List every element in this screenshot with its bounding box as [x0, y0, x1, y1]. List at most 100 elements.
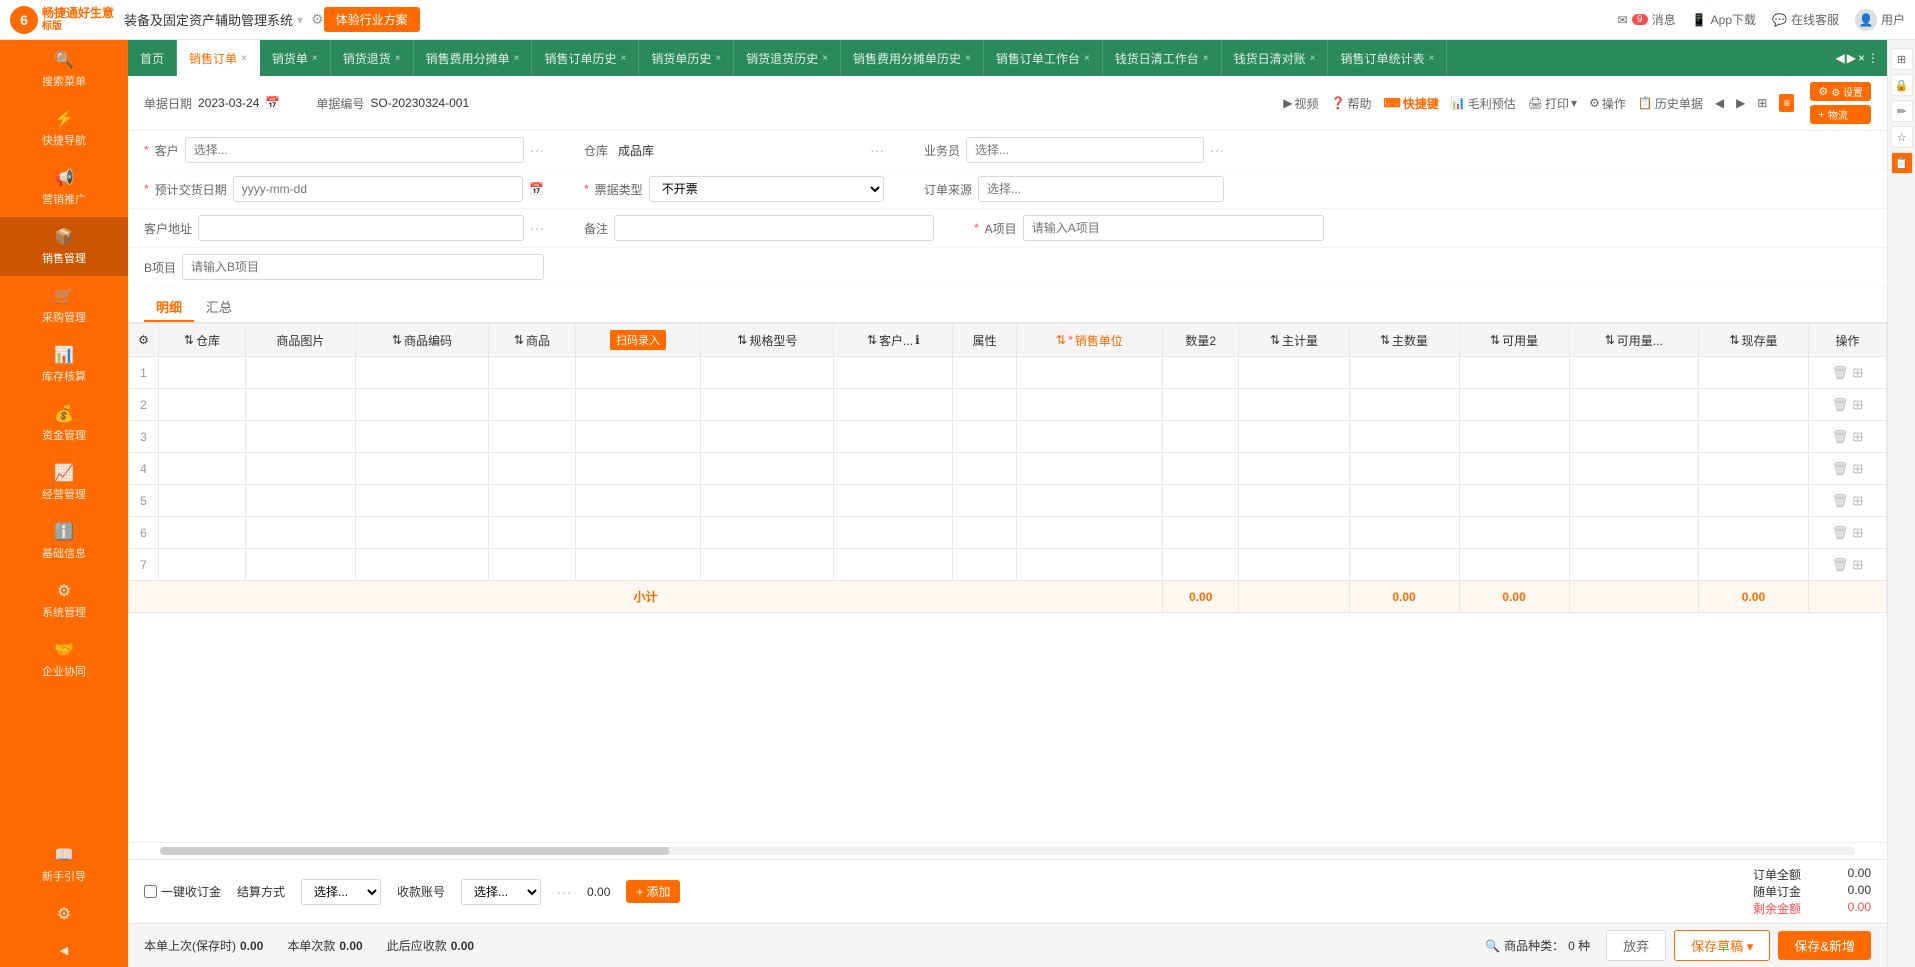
row-code[interactable] [355, 485, 488, 517]
row-code[interactable] [355, 453, 488, 485]
row-attr[interactable] [953, 357, 1017, 389]
row-warehouse[interactable] [159, 549, 246, 581]
row-product[interactable] [489, 453, 576, 485]
row-qty2[interactable] [1162, 357, 1239, 389]
row-main-qty[interactable] [1349, 485, 1459, 517]
row-main-unit[interactable] [1239, 453, 1349, 485]
customer-ellipsis[interactable]: ··· [530, 142, 544, 158]
row-unit[interactable] [1016, 517, 1162, 549]
delete-icon[interactable]: 🗑 [1832, 493, 1849, 509]
sidebar-item-guide[interactable]: 📖 新手引导 [0, 835, 128, 894]
row-product[interactable] [489, 389, 576, 421]
right-sidebar-btn-1[interactable]: ⊞ [1891, 48, 1913, 70]
material-side-btn[interactable]: + 物流 [1810, 105, 1871, 124]
ellipsis-btn[interactable]: ··· [557, 884, 571, 900]
copy-icon[interactable]: ⊞ [1852, 557, 1863, 573]
row-code[interactable] [355, 389, 488, 421]
customer-input[interactable] [185, 137, 524, 163]
tab-close-all-icon[interactable]: × [1858, 51, 1865, 65]
row-unit[interactable] [1016, 485, 1162, 517]
tab-daily-workbench[interactable]: 钱货日清工作台 × [1103, 40, 1222, 76]
sidebar-item-cooperation[interactable]: 🤝 企业协同 [0, 630, 128, 689]
row-spec[interactable] [701, 485, 834, 517]
app-download-btn[interactable]: 📱 App下载 [1692, 11, 1756, 28]
row-main-qty[interactable] [1349, 421, 1459, 453]
row-warehouse[interactable] [159, 453, 246, 485]
copy-icon[interactable]: ⊞ [1852, 461, 1863, 477]
delete-icon[interactable]: 🗑 [1832, 397, 1849, 413]
row-unit[interactable] [1016, 549, 1162, 581]
row-product[interactable] [489, 421, 576, 453]
tab-close-icon[interactable]: × [1428, 53, 1434, 64]
scan-btn[interactable]: 扫码录入 [610, 330, 666, 350]
row-attr[interactable] [953, 549, 1017, 581]
row-spec[interactable] [701, 549, 834, 581]
row-code[interactable] [355, 357, 488, 389]
tab-close-icon[interactable]: × [514, 53, 520, 64]
tab-order-history[interactable]: 销售订单历史 × [532, 40, 639, 76]
row-product[interactable] [489, 357, 576, 389]
tab-sales-order[interactable]: 销售订单 × [177, 40, 260, 76]
tab-daily-reconcile[interactable]: 钱货日清对账 × [1222, 40, 1329, 76]
row-attr[interactable] [953, 453, 1017, 485]
row-customer-code[interactable] [834, 421, 953, 453]
tab-home[interactable]: 首页 [128, 40, 177, 76]
save-draft-dropdown-icon[interactable]: ▾ [1747, 939, 1754, 954]
payment-method-select[interactable]: 选择... [301, 879, 381, 905]
trial-button[interactable]: 体验行业方案 [324, 7, 420, 32]
receipt-account-select[interactable]: 选择... [461, 879, 541, 905]
row-main-qty[interactable] [1349, 357, 1459, 389]
tab-close-icon[interactable]: × [1310, 53, 1316, 64]
delete-icon[interactable]: 🗑 [1832, 429, 1849, 445]
operation-btn[interactable]: ⚙ 操作 [1589, 95, 1626, 112]
row-qty2[interactable] [1162, 485, 1239, 517]
sidebar-item-search[interactable]: 🔍 搜索菜单 [0, 40, 128, 99]
row-spec[interactable] [701, 421, 834, 453]
tab-return-history[interactable]: 销货退货历史 × [734, 40, 841, 76]
row-code[interactable] [355, 549, 488, 581]
next-record-icon[interactable]: ▶ [1736, 96, 1745, 110]
tab-detail[interactable]: 明细 [144, 293, 194, 322]
row-warehouse[interactable] [159, 421, 246, 453]
sidebar-item-marketing[interactable]: 📢 营销推广 [0, 158, 128, 217]
list-view-icon[interactable]: ≡ [1779, 94, 1794, 112]
save-new-button[interactable]: 保存&新增 [1778, 931, 1871, 960]
prev-record-icon[interactable]: ◀ [1715, 96, 1724, 110]
row-main-unit[interactable] [1239, 357, 1349, 389]
row-spec[interactable] [701, 453, 834, 485]
delete-icon[interactable]: 🗑 [1832, 557, 1849, 573]
sidebar-item-sales[interactable]: 📦 销售管理 [0, 217, 128, 276]
warehouse-ellipsis[interactable]: ··· [870, 142, 884, 158]
row-qty2[interactable] [1162, 453, 1239, 485]
row-unit[interactable] [1016, 357, 1162, 389]
row-customer-code[interactable] [834, 485, 953, 517]
tab-next-icon[interactable]: ▶ [1847, 51, 1856, 65]
tab-close-icon[interactable]: × [1084, 53, 1090, 64]
sidebar-item-finance[interactable]: 💰 资金管理 [0, 394, 128, 453]
print-btn[interactable]: 🖨 打印 ▾ [1528, 95, 1577, 112]
right-sidebar-btn-4[interactable]: ☆ [1891, 126, 1913, 148]
view-btn[interactable]: ▶ 视频 [1283, 95, 1318, 112]
grid-view-icon[interactable]: ⊞ [1757, 96, 1767, 110]
row-product[interactable] [489, 549, 576, 581]
sidebar-item-inventory[interactable]: 📊 库存核算 [0, 335, 128, 394]
row-customer-code[interactable] [834, 389, 953, 421]
message-icon-area[interactable]: ✉ 9 消息 [1618, 11, 1676, 28]
sidebar-item-system[interactable]: ⚙ 系统管理 [0, 571, 128, 630]
profit-btn[interactable]: 📊 毛利预估 [1451, 95, 1516, 112]
delete-icon[interactable]: 🗑 [1832, 461, 1849, 477]
row-spec[interactable] [701, 357, 834, 389]
row-spec[interactable] [701, 389, 834, 421]
calendar-icon[interactable]: 📅 [265, 96, 280, 110]
tab-order-workbench[interactable]: 销售订单工作台 × [984, 40, 1103, 76]
sidebar-item-quicknav[interactable]: ⚡ 快捷导航 [0, 99, 128, 158]
right-sidebar-btn-2[interactable]: 🔒 [1891, 74, 1913, 96]
delivery-date-input[interactable] [233, 176, 523, 202]
row-main-qty[interactable] [1349, 389, 1459, 421]
tab-close-icon[interactable]: × [965, 53, 971, 64]
tab-close-icon[interactable]: × [1203, 53, 1209, 64]
tab-close-icon[interactable]: × [395, 53, 401, 64]
copy-icon[interactable]: ⊞ [1852, 397, 1863, 413]
online-service-btn[interactable]: 💬 在线客服 [1772, 11, 1839, 28]
row-customer-code[interactable] [834, 357, 953, 389]
